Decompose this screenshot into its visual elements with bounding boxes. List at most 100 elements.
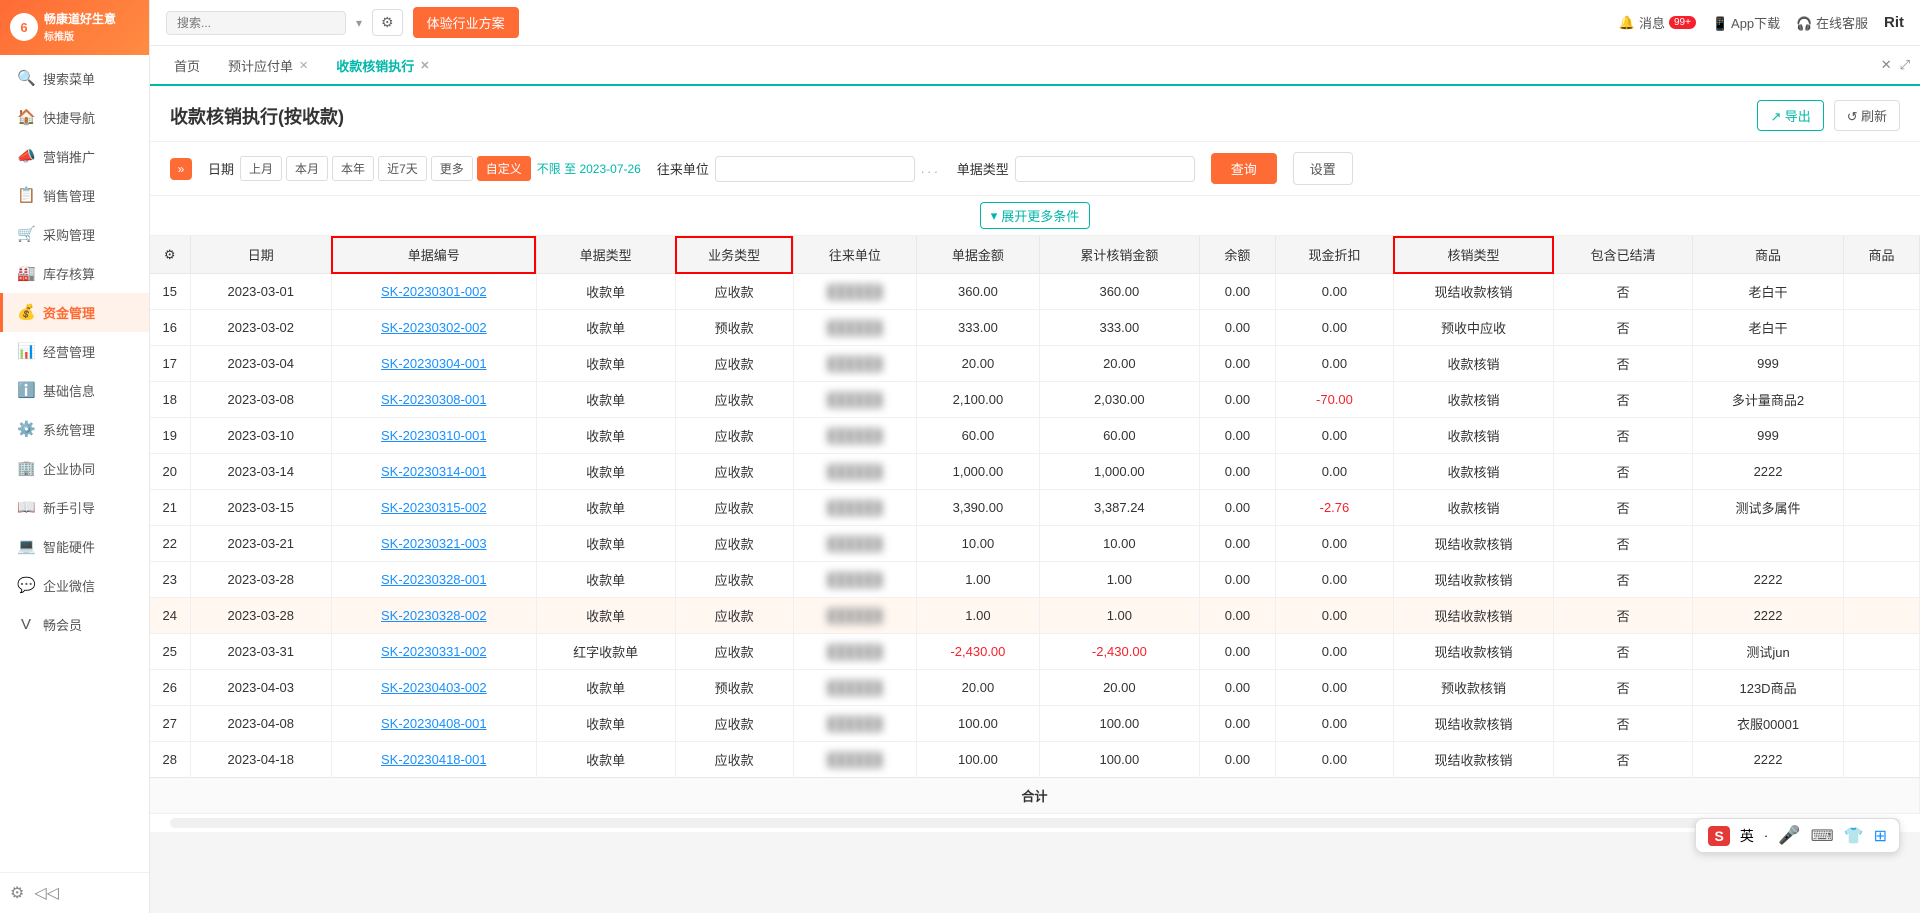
table-cell[interactable]: SK-20230328-002 bbox=[331, 598, 536, 634]
table-cell bbox=[1843, 382, 1919, 418]
messages-button[interactable]: 🔔 消息 99+ bbox=[1619, 13, 1696, 32]
table-cell: 现结收款核销 bbox=[1393, 274, 1553, 310]
data-table: ⚙ 日期 单据编号 单据类型 业务类型 往来单位 单据金额 累计核销金额 余额 … bbox=[150, 236, 1920, 814]
table-cell[interactable]: SK-20230302-002 bbox=[331, 310, 536, 346]
table-cell: 23 bbox=[150, 562, 190, 598]
refresh-icon: ↺ bbox=[1847, 109, 1858, 124]
tab-prepay-close-icon[interactable]: ✕ bbox=[299, 59, 308, 72]
table-cell: 0.00 bbox=[1199, 670, 1275, 706]
sidebar-item-system[interactable]: ⚙️ 系统管理 bbox=[0, 410, 149, 449]
sidebar-item-guide[interactable]: 📖 新手引导 bbox=[0, 488, 149, 527]
sidebar-item-finance[interactable]: 💰 资金管理 bbox=[0, 293, 149, 332]
filter-query-button[interactable]: 查询 bbox=[1211, 153, 1277, 184]
table-cell: 应收款 bbox=[675, 742, 793, 778]
table-cell[interactable]: SK-20230408-001 bbox=[331, 706, 536, 742]
table-cell: 收款单 bbox=[536, 742, 675, 778]
table-row: 282023-04-18SK-20230418-001收款单应收款██████1… bbox=[150, 742, 1920, 778]
filter-7days-btn[interactable]: 近7天 bbox=[378, 156, 427, 181]
sidebar-item-quick[interactable]: 🏠 快捷导航 bbox=[0, 98, 149, 137]
table-cell[interactable]: SK-20230328-001 bbox=[331, 562, 536, 598]
table-cell: ██████ bbox=[793, 742, 916, 778]
expand-conditions-button[interactable]: ▾ 展开更多条件 bbox=[980, 202, 1091, 229]
table-cell: 1.00 bbox=[917, 562, 1040, 598]
sidebar-item-purchase[interactable]: 🛒 采购管理 bbox=[0, 215, 149, 254]
sidebar-item-wechat[interactable]: 💬 企业微信 bbox=[0, 566, 149, 605]
watermark-keyboard-icon[interactable]: ⌨ bbox=[1811, 826, 1834, 846]
table-cell[interactable]: SK-20230304-001 bbox=[331, 346, 536, 382]
filter-voucher-type-select[interactable]: 收款单 红字收款单 bbox=[1015, 156, 1195, 182]
watermark-shirt-icon[interactable]: 👕 bbox=[1844, 826, 1864, 846]
solution-button[interactable]: 体验行业方案 bbox=[413, 7, 519, 38]
table-row: 172023-03-04SK-20230304-001收款单应收款██████2… bbox=[150, 346, 1920, 382]
filter-date-label: 日期 bbox=[208, 159, 234, 178]
table-cell[interactable]: SK-20230314-001 bbox=[331, 454, 536, 490]
tab-collection-close-icon[interactable]: ✕ bbox=[420, 59, 429, 72]
sidebar-item-inventory[interactable]: 🏭 库存核算 bbox=[0, 254, 149, 293]
table-cell[interactable]: SK-20230418-001 bbox=[331, 742, 536, 778]
sidebar-item-marketing[interactable]: 📣 营销推广 bbox=[0, 137, 149, 176]
table-cell: 应收款 bbox=[675, 598, 793, 634]
filter-last-month-btn[interactable]: 上月 bbox=[240, 156, 282, 181]
table-cell[interactable]: SK-20230301-002 bbox=[331, 274, 536, 310]
table-cell[interactable]: SK-20230331-002 bbox=[331, 634, 536, 670]
filter-partner-input[interactable] bbox=[715, 156, 915, 182]
sidebar-item-operations[interactable]: 📊 经营管理 bbox=[0, 332, 149, 371]
table-cell: 0.00 bbox=[1199, 562, 1275, 598]
filter-this-year-btn[interactable]: 本年 bbox=[332, 156, 374, 181]
filter-more-btn[interactable]: 更多 bbox=[431, 156, 473, 181]
table-cell: 0.00 bbox=[1275, 634, 1393, 670]
user-text[interactable]: Rit bbox=[1884, 14, 1904, 31]
table-cell: -2,430.00 bbox=[1039, 634, 1199, 670]
table-cell: 0.00 bbox=[1275, 418, 1393, 454]
app-download-link[interactable]: 📱 App下载 bbox=[1712, 13, 1780, 32]
search-input[interactable] bbox=[166, 11, 346, 35]
table-cell: 否 bbox=[1554, 670, 1693, 706]
col-header-settings[interactable]: ⚙ bbox=[150, 236, 190, 274]
table-cell bbox=[1843, 346, 1919, 382]
table-cell: 收款单 bbox=[536, 454, 675, 490]
tab-close-icon[interactable]: ✕ bbox=[1881, 57, 1892, 73]
filter-toggle-button[interactable]: » bbox=[170, 158, 192, 180]
filter-settings-button[interactable]: 设置 bbox=[1293, 152, 1353, 185]
table-cell[interactable]: SK-20230403-002 bbox=[331, 670, 536, 706]
sidebar-item-basic[interactable]: ℹ️ 基础信息 bbox=[0, 371, 149, 410]
page-header: 收款核销执行(按收款) ↗ 导出 ↺ 刷新 bbox=[150, 86, 1920, 142]
table-cell: 否 bbox=[1554, 634, 1693, 670]
watermark-grid-icon[interactable]: ⊞ bbox=[1874, 826, 1887, 846]
tab-home[interactable]: 首页 bbox=[160, 46, 214, 86]
gear-button[interactable]: ⚙ bbox=[372, 9, 403, 36]
table-cell[interactable]: SK-20230310-001 bbox=[331, 418, 536, 454]
tab-prepay[interactable]: 预计应付单 ✕ bbox=[214, 46, 322, 86]
table-scroll-bar[interactable] bbox=[170, 818, 1900, 828]
watermark-mic-icon[interactable]: 🎤 bbox=[1778, 825, 1800, 846]
filter-this-month-btn[interactable]: 本月 bbox=[286, 156, 328, 181]
sidebar-item-hardware[interactable]: 💻 智能硬件 bbox=[0, 527, 149, 566]
table-cell: 0.00 bbox=[1199, 598, 1275, 634]
tab-collection[interactable]: 收款核销执行 ✕ bbox=[322, 46, 443, 86]
tab-expand-icon[interactable]: ⤢ bbox=[1900, 57, 1910, 73]
watermark-toolbar: S 英 · 🎤 ⌨ 👕 ⊞ bbox=[1695, 818, 1900, 853]
sidebar-item-search[interactable]: 🔍 搜索菜单 bbox=[0, 59, 149, 98]
filter-custom-btn[interactable]: 自定义 bbox=[477, 156, 531, 181]
table-cell: 10.00 bbox=[917, 526, 1040, 562]
sidebar-item-corp[interactable]: 🏢 企业协同 bbox=[0, 449, 149, 488]
sidebar-collapse-icon[interactable]: ◁◁ bbox=[34, 883, 59, 903]
table-cell[interactable]: SK-20230308-001 bbox=[331, 382, 536, 418]
export-button[interactable]: ↗ 导出 bbox=[1757, 100, 1823, 131]
sidebar-item-member[interactable]: V 畅会员 bbox=[0, 605, 149, 644]
page-content: 收款核销执行(按收款) ↗ 导出 ↺ 刷新 » 日期 上月 本月 本 bbox=[150, 86, 1920, 913]
sidebar-gear-icon[interactable]: ⚙ bbox=[10, 883, 24, 903]
table-cell: 999 bbox=[1693, 418, 1844, 454]
table-cell: 现结收款核销 bbox=[1393, 526, 1553, 562]
sidebar-item-sales[interactable]: 📋 销售管理 bbox=[0, 176, 149, 215]
refresh-button[interactable]: ↺ 刷新 bbox=[1834, 100, 1900, 131]
sidebar-nav: 🔍 搜索菜单 🏠 快捷导航 📣 营销推广 📋 销售管理 🛒 采购管理 🏭 库存核… bbox=[0, 55, 149, 872]
table-cell[interactable]: SK-20230321-003 bbox=[331, 526, 536, 562]
table-cell: 1,000.00 bbox=[1039, 454, 1199, 490]
table-row: 162023-03-02SK-20230302-002收款单预收款██████3… bbox=[150, 310, 1920, 346]
money-icon: 💰 bbox=[17, 303, 35, 321]
table-cell[interactable]: SK-20230315-002 bbox=[331, 490, 536, 526]
table-cell: 现结收款核销 bbox=[1393, 706, 1553, 742]
table-cell: 16 bbox=[150, 310, 190, 346]
online-service-link[interactable]: 🎧 在线客服 bbox=[1796, 13, 1868, 32]
